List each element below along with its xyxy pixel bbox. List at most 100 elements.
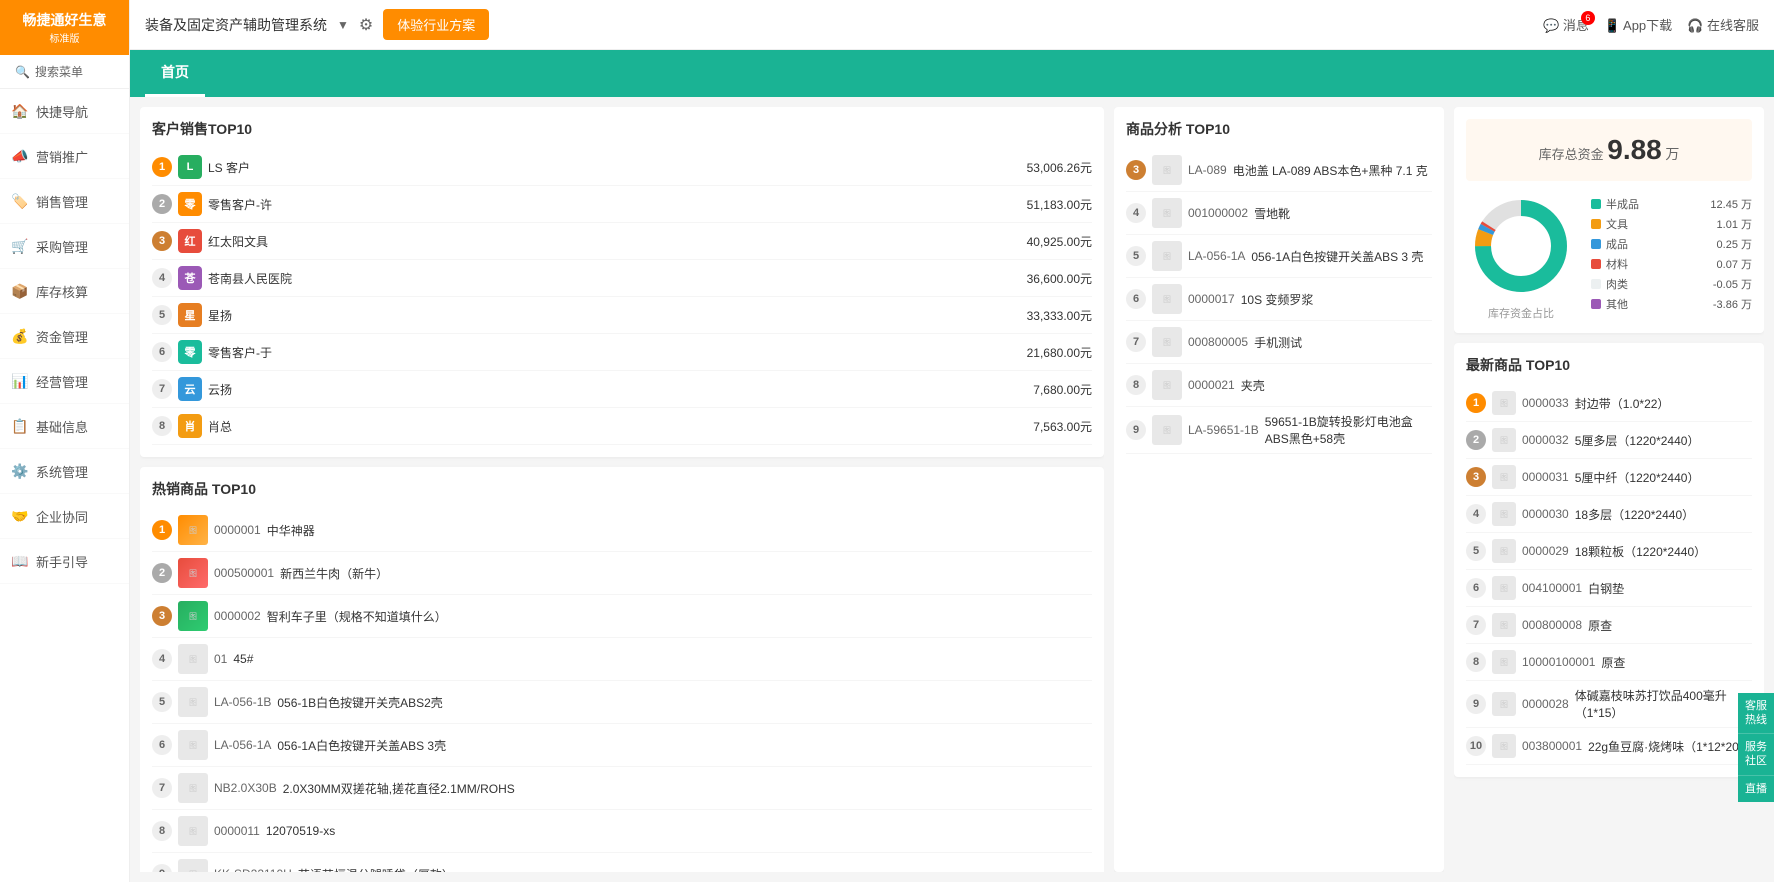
product-name: 18多层（1220*2440） <box>1575 506 1752 523</box>
float-btn-live[interactable]: 直播 <box>1738 776 1774 802</box>
rank-number: 2 <box>152 563 172 583</box>
rank-number: 3 <box>1466 467 1486 487</box>
product-name: 花语萌恒温分腿睡袋（厚款） <box>298 866 1092 873</box>
sidebar-item-coop[interactable]: 🤝 企业协同 <box>0 494 129 539</box>
product-code: LA-089 <box>1188 163 1227 177</box>
rank-name: 肖总 <box>208 418 1033 435</box>
product-image: 图 <box>178 687 208 717</box>
hot-product-item: 5 图 LA-056-1B 056-1B白色按键开关壳ABS2壳 <box>152 681 1092 724</box>
legend-item: 材料 0.07 万 <box>1591 256 1752 272</box>
float-btn-service[interactable]: 客服热线 <box>1738 693 1774 735</box>
sidebar-item-sales[interactable]: 🏷️ 销售管理 <box>0 179 129 224</box>
content-area: 客户销售TOP10 1 L LS 客户 53,006.26元 2 零 零售客户-… <box>130 97 1774 882</box>
rank-number: 6 <box>152 342 172 362</box>
sidebar-logo: 畅捷通好生意 标准版 <box>0 0 129 55</box>
product-image: 图 <box>1492 465 1516 489</box>
product-name: 18颗粒板（1220*2440） <box>1575 543 1752 560</box>
notification-badge[interactable]: 💬 消息 6 <box>1543 15 1589 34</box>
rank-number: 5 <box>152 305 172 325</box>
product-name: 59651-1B旋转投影灯电池盒ABS黑色+58壳 <box>1265 413 1432 447</box>
sidebar-icon-guide: 📖 <box>10 551 30 571</box>
rank-number: 3 <box>152 231 172 251</box>
sidebar-item-system[interactable]: ⚙️ 系统管理 <box>0 449 129 494</box>
middle-product-item: 9 图 LA-59651-1B 59651-1B旋转投影灯电池盒ABS黑色+58… <box>1126 407 1432 454</box>
rank-avatar: 云 <box>178 377 202 401</box>
rank-number: 2 <box>1466 430 1486 450</box>
new-product-item: 9 图 0000028 体碱嘉枝味苏打饮品400毫升（1*15） <box>1466 681 1752 728</box>
product-code: LA-056-1A <box>1188 249 1245 263</box>
inventory-total: 库存总资金 9.88 万 <box>1466 119 1752 181</box>
rank-name: LS 客户 <box>208 159 1027 176</box>
rank-number: 1 <box>152 520 172 540</box>
product-code: 0000001 <box>214 523 261 537</box>
right-panel: 库存总资金 9.88 万 <box>1454 107 1764 872</box>
sidebar-item-marketing[interactable]: 📣 营销推广 <box>0 134 129 179</box>
customer-rank-list: 1 L LS 客户 53,006.26元 2 零 零售客户-许 51,183.0… <box>152 149 1092 445</box>
product-code: 0000033 <box>1522 396 1569 410</box>
donut-section: 库存资金占比 半成品 12.45 万 文具 1.01 万 成品 0.25 万 材… <box>1466 191 1752 321</box>
sidebar-icon-quick-nav: 🏠 <box>10 101 30 121</box>
new-product-item: 10 图 003800001 22g鱼豆腐·烧烤味（1*12*20） <box>1466 728 1752 765</box>
product-code: 0000011 <box>214 824 260 838</box>
system-name: 装备及固定资产辅助管理系统 <box>145 15 327 35</box>
product-name: 体碱嘉枝味苏打饮品400毫升（1*15） <box>1575 687 1752 721</box>
rank-number: 6 <box>1466 578 1486 598</box>
app-download[interactable]: 📱 App下载 <box>1604 15 1672 34</box>
product-image: 图 <box>178 558 208 588</box>
product-code: 003800001 <box>1522 739 1582 753</box>
left-panel: 客户销售TOP10 1 L LS 客户 53,006.26元 2 零 零售客户-… <box>140 107 1104 872</box>
product-code: 10000100001 <box>1522 655 1595 669</box>
sidebar-label-inventory: 库存核算 <box>36 282 88 301</box>
sidebar-item-purchase[interactable]: 🛒 采购管理 <box>0 224 129 269</box>
product-name: 10S 变频罗浆 <box>1241 291 1432 308</box>
legend-value: 12.45 万 <box>1710 196 1752 212</box>
sidebar-item-operation[interactable]: 📊 经营管理 <box>0 359 129 404</box>
sidebar-item-quick-nav[interactable]: 🏠 快捷导航 <box>0 89 129 134</box>
new-product-item: 5 图 0000029 18颗粒板（1220*2440） <box>1466 533 1752 570</box>
online-service[interactable]: 🎧 在线客服 <box>1687 15 1759 34</box>
product-name: 2.0X30MM双搓花轴,搓花直径2.1MM/ROHS <box>283 780 1092 797</box>
sidebar-label-system: 系统管理 <box>36 462 88 481</box>
rank-number: 7 <box>152 778 172 798</box>
inventory-card: 库存总资金 9.88 万 <box>1454 107 1764 333</box>
sidebar-search[interactable]: 🔍 搜索菜单 <box>0 55 129 89</box>
hot-product-item: 4 图 01 45# <box>152 638 1092 681</box>
float-buttons: 客服热线 服务社区 直播 <box>1738 693 1774 802</box>
product-name: 雪地靴 <box>1254 205 1432 222</box>
rank-number: 4 <box>1466 504 1486 524</box>
new-products-card: 最新商品 TOP10 1 图 0000033 封边带（1.0*22） 2 图 0… <box>1454 343 1764 777</box>
product-name: 手机测试 <box>1254 334 1432 351</box>
rank-amount: 40,925.00元 <box>1027 233 1092 250</box>
rank-amount: 7,563.00元 <box>1033 418 1092 435</box>
sidebar: 畅捷通好生意 标准版 🔍 搜索菜单 🏠 快捷导航📣 营销推广🏷️ 销售管理🛒 采… <box>0 0 130 882</box>
headset-icon: 🎧 <box>1687 18 1703 33</box>
notification-count: 6 <box>1581 11 1595 25</box>
product-image: 图 <box>178 644 208 674</box>
trial-button[interactable]: 体验行业方案 <box>383 9 489 40</box>
new-product-item: 7 图 000800008 原查 <box>1466 607 1752 644</box>
sidebar-label-basic: 基础信息 <box>36 417 88 436</box>
legend-label: 肉类 <box>1606 276 1628 292</box>
rank-item: 8 肖 肖总 7,563.00元 <box>152 408 1092 445</box>
sidebar-item-inventory[interactable]: 📦 库存核算 <box>0 269 129 314</box>
sidebar-item-finance[interactable]: 💰 资金管理 <box>0 314 129 359</box>
sidebar-icon-finance: 💰 <box>10 326 30 346</box>
system-dropdown[interactable]: ▼ <box>337 18 349 32</box>
new-product-item: 2 图 0000032 5厘多层（1220*2440） <box>1466 422 1752 459</box>
new-product-item: 4 图 0000030 18多层（1220*2440） <box>1466 496 1752 533</box>
rank-number: 7 <box>1126 332 1146 352</box>
nav-home[interactable]: 首页 <box>145 50 205 97</box>
product-image: 图 <box>178 515 208 545</box>
rank-number: 4 <box>1126 203 1146 223</box>
middle-panel: 商品分析 TOP10 3 图 LA-089 电池盖 LA-089 ABS本色+黑… <box>1114 107 1444 872</box>
rank-number: 7 <box>1466 615 1486 635</box>
rank-number: 8 <box>152 821 172 841</box>
rank-name: 零售客户-于 <box>208 344 1027 361</box>
sidebar-item-guide[interactable]: 📖 新手引导 <box>0 539 129 584</box>
product-code: 000800008 <box>1522 618 1582 632</box>
sidebar-item-basic[interactable]: 📋 基础信息 <box>0 404 129 449</box>
hot-product-item: 6 图 LA-056-1A 056-1A白色按键开关盖ABS 3壳 <box>152 724 1092 767</box>
float-btn-community[interactable]: 服务社区 <box>1738 734 1774 776</box>
rank-name: 星扬 <box>208 307 1027 324</box>
settings-icon[interactable]: ⚙ <box>359 15 373 35</box>
